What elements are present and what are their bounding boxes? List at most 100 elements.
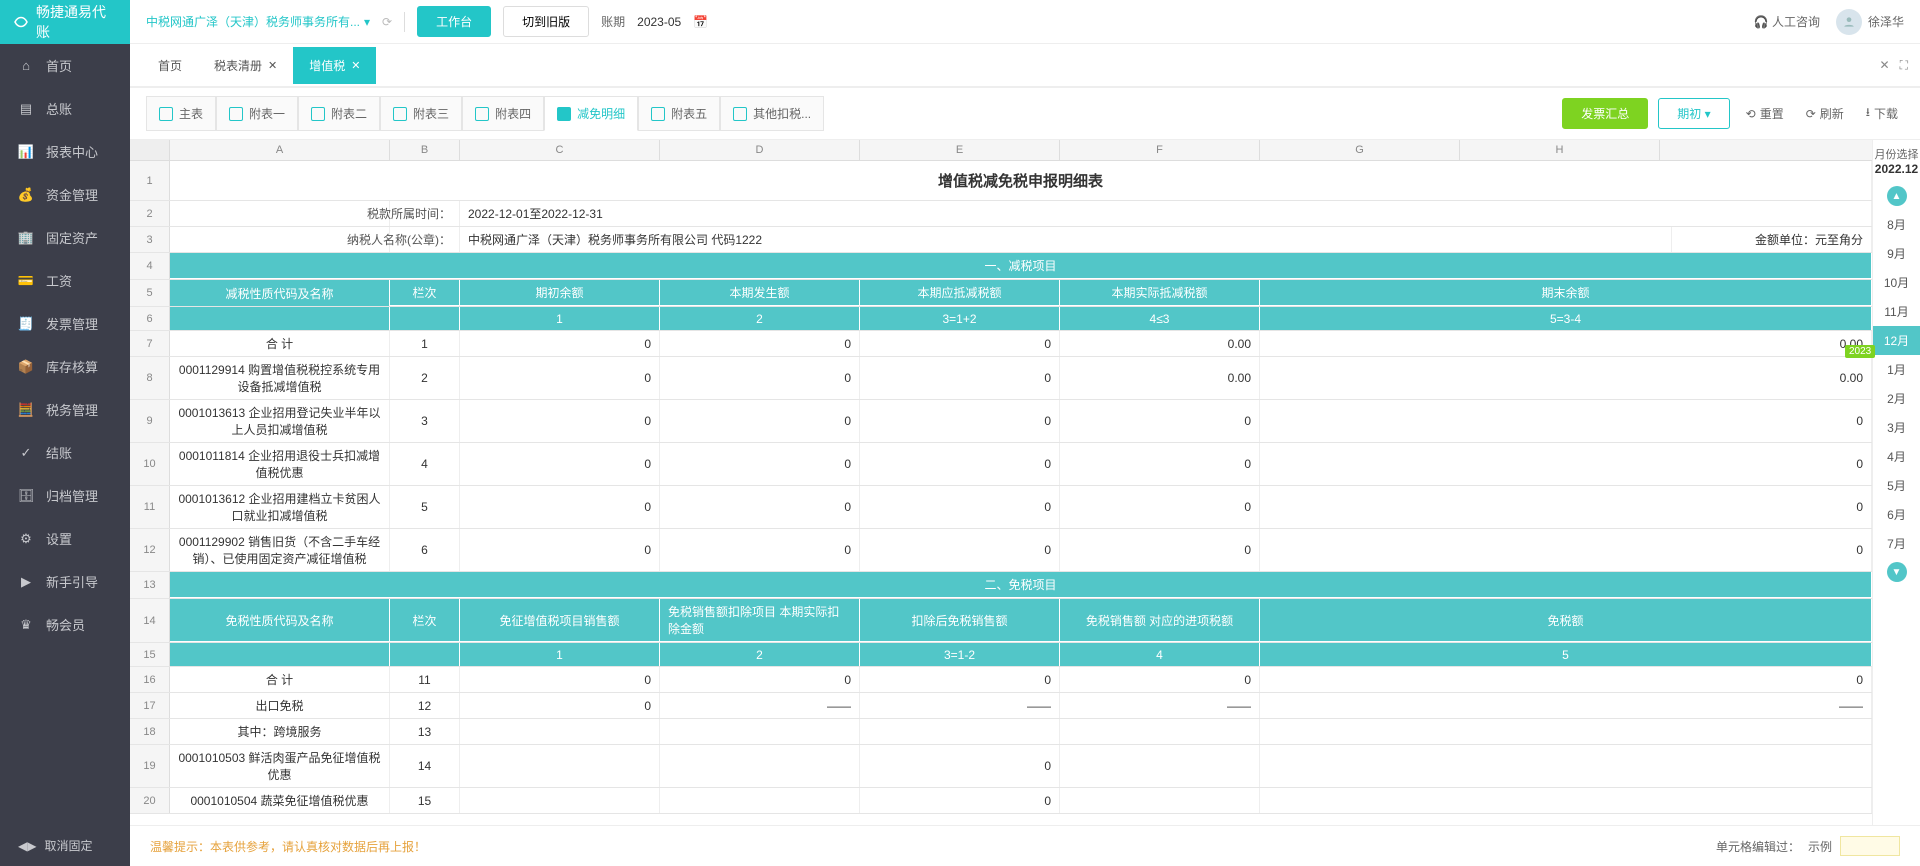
- page-tab[interactable]: 税表清册✕: [198, 47, 293, 84]
- row-header[interactable]: 3: [130, 227, 170, 252]
- data-cell[interactable]: 0: [1060, 400, 1260, 442]
- row-header[interactable]: 12: [130, 529, 170, 571]
- data-cell[interactable]: 0: [1060, 529, 1260, 571]
- reset-button[interactable]: ⟲ 重置: [1740, 101, 1790, 126]
- spreadsheet[interactable]: A B C D E F G H 1 增值税减免税申报明细表 2 税款所属时间： …: [130, 140, 1872, 825]
- data-cell[interactable]: [660, 788, 860, 813]
- data-cell[interactable]: 0: [860, 529, 1060, 571]
- calendar-icon[interactable]: 📅: [693, 15, 708, 29]
- data-cell[interactable]: 0: [460, 400, 660, 442]
- row-name[interactable]: 0001011814 企业招用退役士兵扣减增值税优惠: [170, 443, 390, 485]
- consult-link[interactable]: 🎧 人工咨询: [1754, 13, 1820, 30]
- sheet-tab[interactable]: 附表四: [462, 96, 544, 131]
- col-header[interactable]: H: [1460, 140, 1660, 160]
- month-item[interactable]: 1月: [1873, 355, 1920, 384]
- data-cell[interactable]: 0: [460, 529, 660, 571]
- row-header[interactable]: 9: [130, 400, 170, 442]
- data-cell[interactable]: ——: [1060, 693, 1260, 718]
- data-cell[interactable]: [860, 719, 1060, 744]
- data-cell[interactable]: [1260, 745, 1872, 787]
- data-cell[interactable]: 0: [860, 486, 1060, 528]
- data-cell[interactable]: ——: [660, 693, 860, 718]
- row-header[interactable]: 7: [130, 331, 170, 356]
- col-header[interactable]: B: [390, 140, 460, 160]
- row-header[interactable]: 1: [130, 161, 170, 200]
- month-item[interactable]: 8月: [1873, 210, 1920, 239]
- row-header[interactable]: 4: [130, 253, 170, 279]
- data-cell[interactable]: [460, 719, 660, 744]
- sidebar-item-asset[interactable]: 🏢固定资产: [0, 216, 130, 259]
- data-cell[interactable]: 0: [860, 745, 1060, 787]
- refresh-company-icon[interactable]: ⟳: [382, 15, 392, 29]
- period-value[interactable]: 2023-05: [637, 15, 681, 29]
- row-header[interactable]: 20: [130, 788, 170, 813]
- switch-old-button[interactable]: 切到旧版: [503, 6, 589, 37]
- refresh-button[interactable]: ⟳ 刷新: [1800, 101, 1850, 126]
- page-tab[interactable]: 首页: [142, 47, 198, 84]
- month-item[interactable]: 11月: [1873, 297, 1920, 326]
- row-header[interactable]: 8: [130, 357, 170, 399]
- col-header[interactable]: D: [660, 140, 860, 160]
- row-header[interactable]: 5: [130, 280, 170, 306]
- row-header[interactable]: 6: [130, 307, 170, 330]
- data-cell[interactable]: 0: [460, 667, 660, 692]
- row-header[interactable]: 2: [130, 201, 170, 226]
- data-cell[interactable]: 0: [860, 443, 1060, 485]
- workbench-button[interactable]: 工作台: [417, 6, 491, 37]
- row-name[interactable]: 0001010503 鲜活肉蛋产品免征增值税优惠: [170, 745, 390, 787]
- data-cell[interactable]: 0: [860, 400, 1060, 442]
- data-cell[interactable]: 0.00: [1260, 331, 1872, 356]
- month-item[interactable]: 3月: [1873, 413, 1920, 442]
- row-col[interactable]: 15: [390, 788, 460, 813]
- sidebar-item-ledger[interactable]: ▤总账: [0, 87, 130, 130]
- tab-close-icon[interactable]: ✕: [351, 59, 360, 72]
- data-cell[interactable]: 0.00: [1060, 357, 1260, 399]
- row-name[interactable]: 0001129914 购置增值税税控系统专用设备抵减增值税: [170, 357, 390, 399]
- month-item[interactable]: 5月: [1873, 471, 1920, 500]
- invoice-summary-button[interactable]: 发票汇总: [1562, 98, 1648, 129]
- data-cell[interactable]: 0: [460, 486, 660, 528]
- row-name[interactable]: 0001010504 蔬菜免征增值税优惠: [170, 788, 390, 813]
- col-header[interactable]: G: [1260, 140, 1460, 160]
- row-header[interactable]: 17: [130, 693, 170, 718]
- data-cell[interactable]: 0: [460, 357, 660, 399]
- data-cell[interactable]: 0: [660, 486, 860, 528]
- row-col[interactable]: 12: [390, 693, 460, 718]
- data-cell[interactable]: 0: [660, 400, 860, 442]
- download-button[interactable]: ⭳ 下载: [1860, 99, 1904, 128]
- sheet-tab[interactable]: 附表二: [298, 96, 380, 131]
- month-item[interactable]: 9月: [1873, 239, 1920, 268]
- sidebar-item-fund[interactable]: 💰资金管理: [0, 173, 130, 216]
- data-cell[interactable]: 0: [660, 667, 860, 692]
- data-cell[interactable]: 0: [460, 693, 660, 718]
- data-cell[interactable]: 0: [460, 331, 660, 356]
- row-col[interactable]: 2: [390, 357, 460, 399]
- row-header[interactable]: 19: [130, 745, 170, 787]
- data-cell[interactable]: [1060, 745, 1260, 787]
- month-prev-button[interactable]: ▲: [1887, 186, 1907, 206]
- col-header[interactable]: E: [860, 140, 1060, 160]
- sidebar-item-tax[interactable]: 🧮税务管理: [0, 388, 130, 431]
- data-cell[interactable]: 0: [1260, 486, 1872, 528]
- data-cell[interactable]: 0: [660, 357, 860, 399]
- row-col[interactable]: 6: [390, 529, 460, 571]
- company-selector[interactable]: 中税网通广泽（天津）税务师事务所有... ▾: [146, 13, 370, 30]
- data-cell[interactable]: [460, 788, 660, 813]
- sidebar-item-salary[interactable]: 💳工资: [0, 259, 130, 302]
- row-header[interactable]: 13: [130, 572, 170, 598]
- month-item[interactable]: 7月: [1873, 529, 1920, 558]
- row-name[interactable]: 0001013613 企业招用登记失业半年以上人员扣减增值税: [170, 400, 390, 442]
- row-header[interactable]: 10: [130, 443, 170, 485]
- page-tab[interactable]: 增值税✕: [293, 47, 376, 84]
- row-col[interactable]: 3: [390, 400, 460, 442]
- month-item[interactable]: 4月: [1873, 442, 1920, 471]
- col-header[interactable]: A: [170, 140, 390, 160]
- row-name[interactable]: 0001129902 销售旧货（不含二手车经销）、已使用固定资产减征增值税: [170, 529, 390, 571]
- col-header[interactable]: F: [1060, 140, 1260, 160]
- data-cell[interactable]: 0: [1260, 400, 1872, 442]
- select-all-corner[interactable]: [130, 140, 170, 160]
- month-item[interactable]: 10月: [1873, 268, 1920, 297]
- data-cell[interactable]: [1060, 788, 1260, 813]
- sheet-tab[interactable]: 附表一: [216, 96, 298, 131]
- data-cell[interactable]: [1060, 719, 1260, 744]
